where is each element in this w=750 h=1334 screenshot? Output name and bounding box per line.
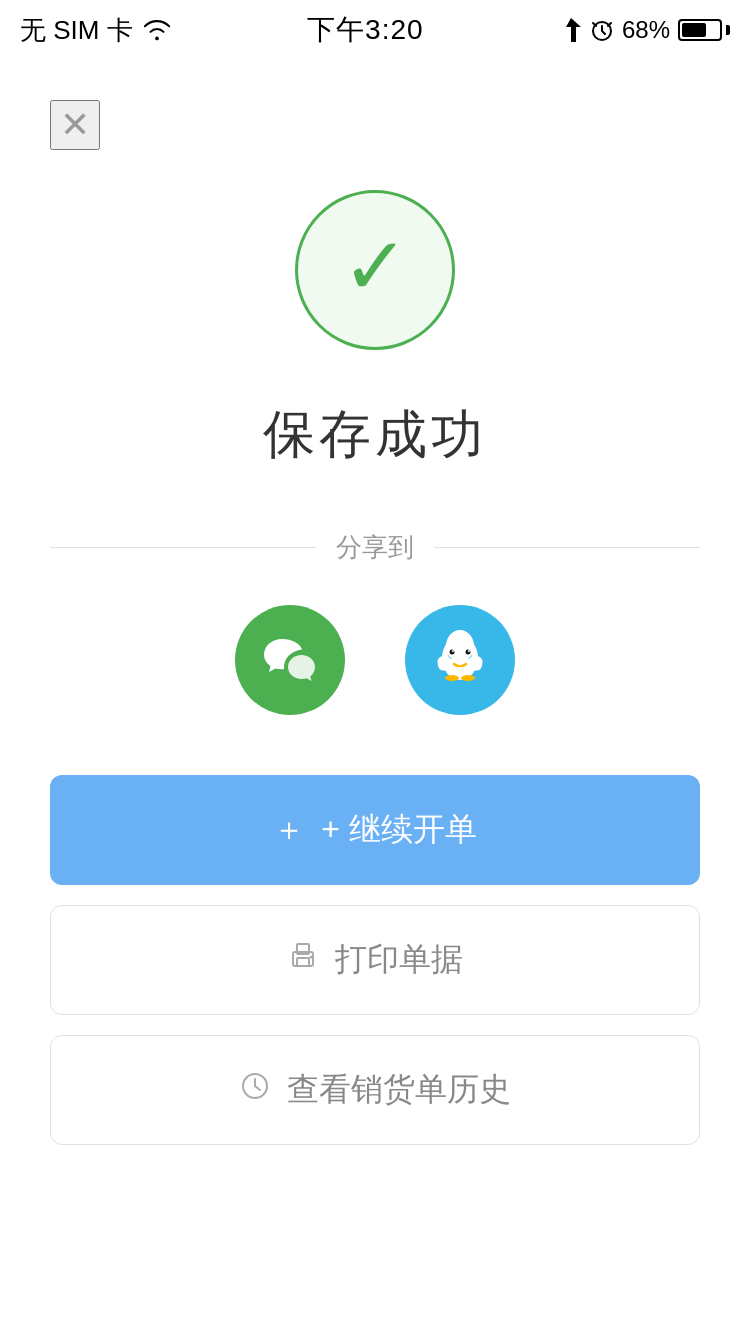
checkmark-icon: ✓: [342, 227, 409, 307]
qq-share-button[interactable]: [405, 605, 515, 715]
success-circle: ✓: [295, 190, 455, 350]
action-buttons: ＋ + 继续开单 打印单据 查看销货单历: [50, 775, 700, 1145]
printer-icon: [287, 940, 319, 980]
clock-icon: [239, 1070, 271, 1110]
svg-point-9: [450, 650, 455, 655]
status-bar-right: 68%: [560, 16, 730, 44]
close-icon: ✕: [60, 107, 90, 143]
continue-button[interactable]: ＋ + 继续开单: [50, 775, 700, 885]
alarm-icon: [590, 18, 614, 42]
svg-rect-19: [297, 958, 309, 966]
status-bar: 无 SIM 卡 下午3:20 68%: [0, 0, 750, 60]
svg-point-12: [468, 650, 470, 652]
svg-point-15: [445, 675, 459, 681]
share-divider: 分享到: [50, 530, 700, 565]
success-title: 保存成功: [263, 400, 487, 470]
wechat-share-button[interactable]: [235, 605, 345, 715]
share-section: 分享到: [50, 530, 700, 715]
battery-percent: 68%: [622, 16, 670, 44]
svg-point-16: [461, 675, 475, 681]
continue-button-label: + 继续开单: [321, 808, 477, 852]
history-button[interactable]: 查看销货单历史: [50, 1035, 700, 1145]
share-icons-container: [50, 605, 700, 715]
divider-left: [50, 547, 316, 548]
battery-icon: [678, 19, 730, 41]
carrier-text: 无 SIM 卡: [20, 13, 133, 48]
history-button-label: 查看销货单历史: [287, 1068, 511, 1112]
qq-icon: [430, 628, 490, 692]
svg-point-11: [452, 650, 454, 652]
plus-icon: ＋: [273, 808, 305, 852]
svg-point-13: [458, 631, 463, 636]
print-button[interactable]: 打印单据: [50, 905, 700, 1015]
wifi-icon: [143, 19, 171, 41]
share-label: 分享到: [316, 530, 434, 565]
location-icon: [560, 17, 582, 43]
status-bar-time: 下午3:20: [307, 11, 424, 49]
divider-right: [434, 547, 700, 548]
svg-point-20: [310, 956, 313, 959]
close-button[interactable]: ✕: [50, 100, 100, 150]
svg-point-10: [466, 650, 471, 655]
main-content: ✕ ✓ 保存成功 分享到: [0, 60, 750, 1205]
wechat-icon: [258, 628, 322, 692]
status-bar-left: 无 SIM 卡: [20, 13, 171, 48]
print-button-label: 打印单据: [335, 938, 463, 982]
